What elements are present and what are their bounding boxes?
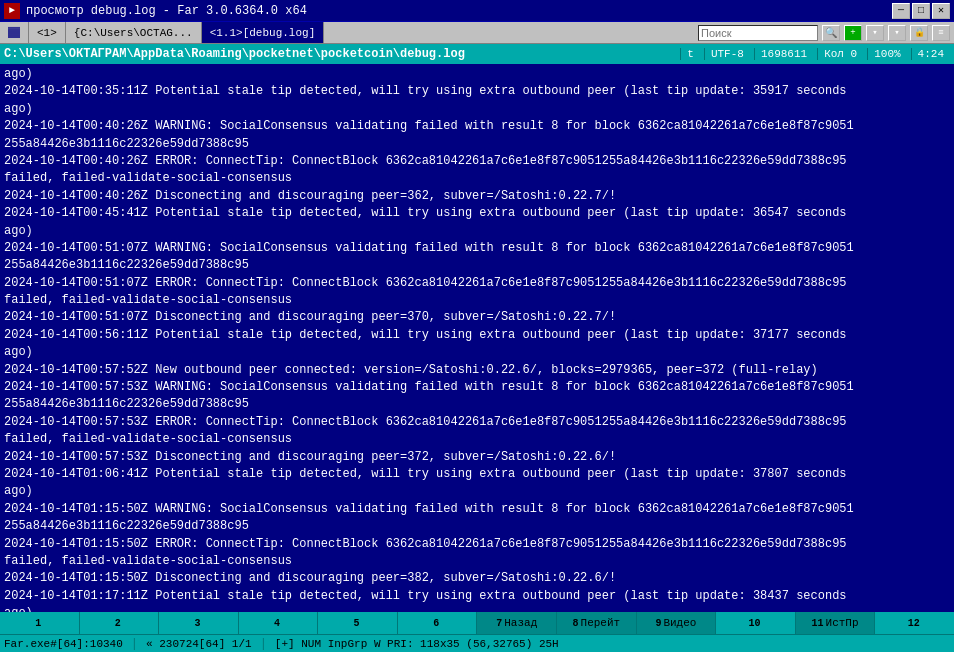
tab-path[interactable]: {C:\Users\OCTAG... (66, 22, 202, 43)
title-bar-left: ► просмотр debug.log - Far 3.0.6364.0 x6… (4, 3, 307, 19)
path-zoom: 100% (867, 48, 906, 60)
app-icon: ► (4, 3, 20, 19)
title-buttons: ─ □ ✕ (892, 3, 950, 19)
title-bar: ► просмотр debug.log - Far 3.0.6364.0 x6… (0, 0, 954, 22)
fkey-2[interactable]: 2 (80, 612, 160, 634)
tab-active[interactable]: <1.1>[debug.log] (202, 22, 325, 43)
status-position: « 230724[64] 1/1 (146, 638, 252, 650)
minimize-button[interactable]: ─ (892, 3, 910, 19)
fkey-5[interactable]: 5 (318, 612, 398, 634)
fkey-bar: 1234567Назад8Перейт9Видео1011ИстПр12 (0, 612, 954, 634)
fkey-11[interactable]: 11ИстПр (796, 612, 876, 634)
log-content[interactable]: ago) 2024-10-14T00:35:11Z Potential stal… (0, 64, 954, 612)
search-bar: 🔍 + ▾ ▾ 🔒 ≡ (694, 22, 954, 43)
toolbar-dropdown-button[interactable]: ▾ (866, 25, 884, 41)
path-bar: C:\Users\ОКТАГРАМ\AppData\Roaming\pocket… (0, 44, 954, 64)
fkey-3[interactable]: 3 (159, 612, 239, 634)
search-button[interactable]: 🔍 (822, 25, 840, 41)
fkey-6[interactable]: 6 (398, 612, 478, 634)
tab-1[interactable]: <1> (29, 22, 66, 43)
path-col-label: Кол 0 (817, 48, 863, 60)
toolbar-settings-button[interactable]: ≡ (932, 25, 950, 41)
status-mode: [+] NUM InpGrp W PRI: 118x35 (56,32765) … (275, 638, 559, 650)
toolbar-add-button[interactable]: + (844, 25, 862, 41)
title-text: просмотр debug.log - Far 3.0.6364.0 x64 (26, 4, 307, 18)
path-size: 1698611 (754, 48, 813, 60)
close-button[interactable]: ✕ (932, 3, 950, 19)
fkey-1[interactable]: 1 (0, 612, 80, 634)
path-encoding: UTF-8 (704, 48, 750, 60)
toolbar-lock-button[interactable]: 🔒 (910, 25, 928, 41)
menu-icon-area[interactable]: ▓▓ (0, 22, 29, 43)
fkey-12[interactable]: 12 (875, 612, 954, 634)
status-bar: Far.exe#[64]:10340 | « 230724[64] 1/1 | … (0, 634, 954, 652)
search-input[interactable] (698, 25, 818, 41)
path-text: C:\Users\ОКТАГРАМ\AppData\Roaming\pocket… (4, 47, 676, 61)
path-time: 4:24 (911, 48, 950, 60)
toolbar-menu-button[interactable]: ▾ (888, 25, 906, 41)
tab-bar: ▓▓ <1> {C:\Users\OCTAG... <1.1>[debug.lo… (0, 22, 954, 44)
fkey-4[interactable]: 4 (239, 612, 319, 634)
fkey-8[interactable]: 8Перейт (557, 612, 637, 634)
maximize-button[interactable]: □ (912, 3, 930, 19)
fkey-7[interactable]: 7Назад (477, 612, 557, 634)
fkey-10[interactable]: 10 (716, 612, 796, 634)
path-t-label: t (680, 48, 700, 60)
fkey-9[interactable]: 9Видео (637, 612, 717, 634)
status-exe: Far.exe#[64]:10340 (4, 638, 123, 650)
